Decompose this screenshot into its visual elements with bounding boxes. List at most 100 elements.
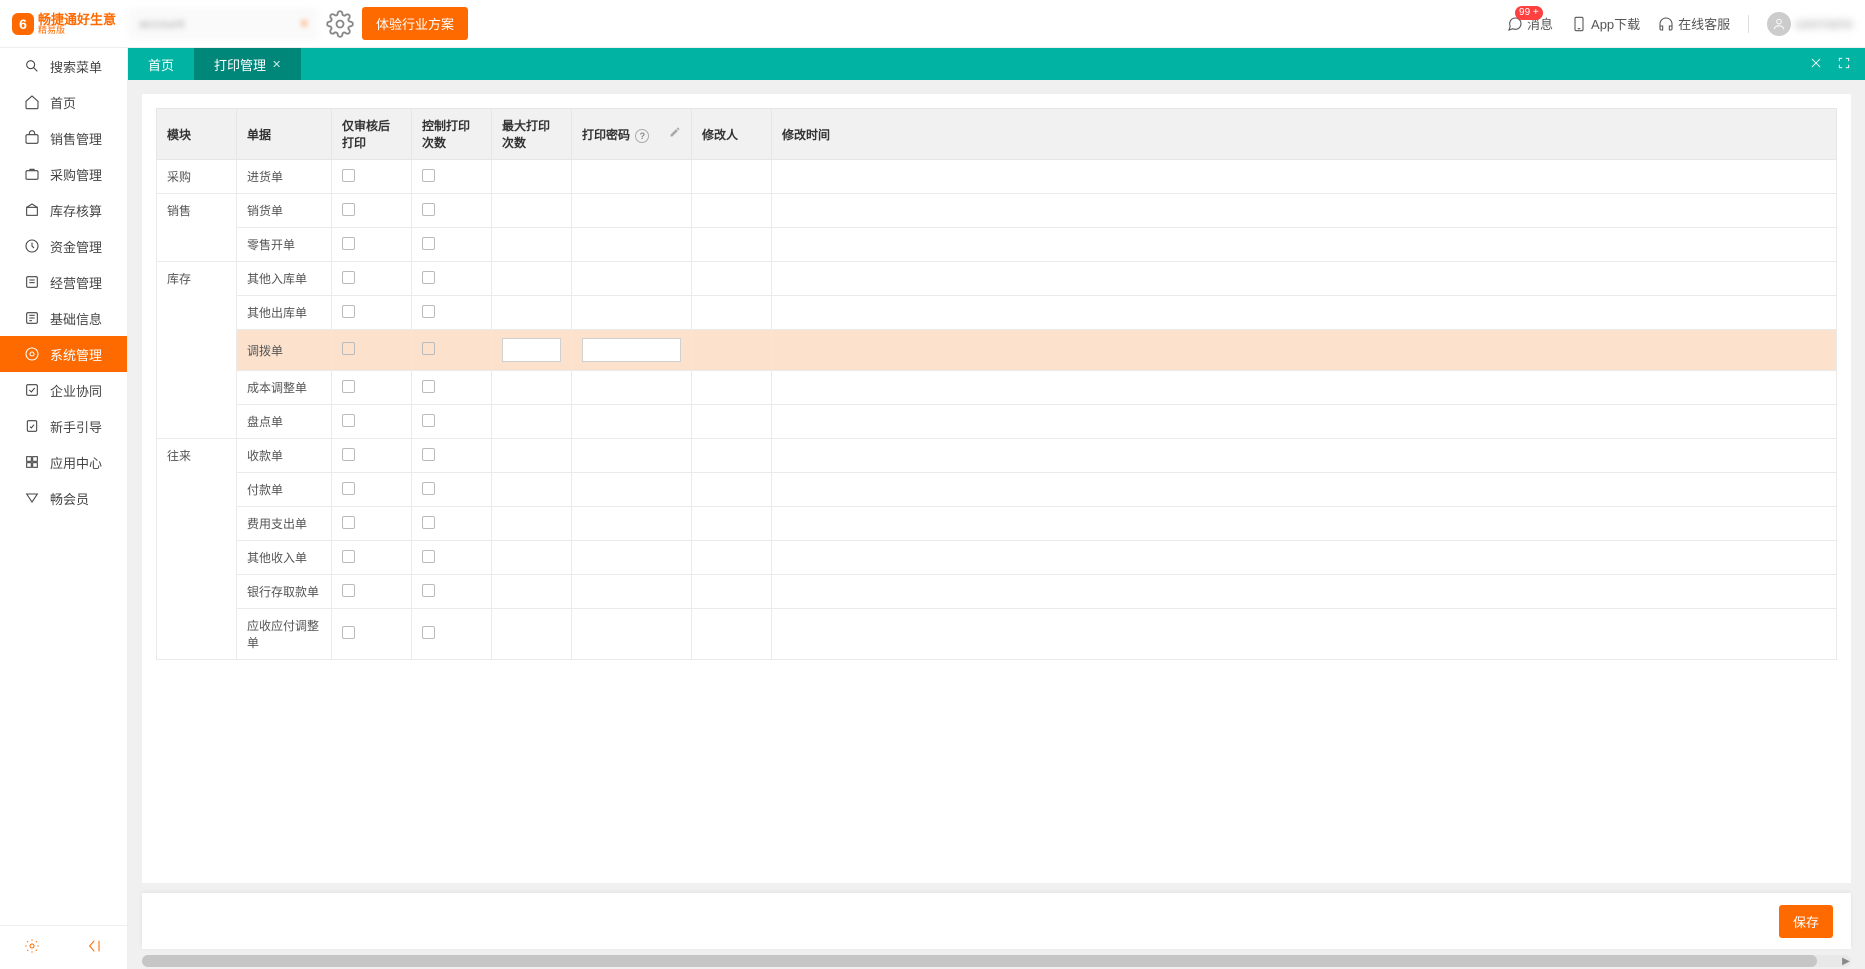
cell-module: 销售 [157,194,237,262]
print-settings-table: 模块 单据 仅审核后打印 控制打印次数 最大打印次数 打印密码 ? [156,108,1837,660]
app-header: 6 畅捷通好生意 精易版 account ▾ 体验行业方案 99 + 消息 Ap… [0,0,1865,48]
checkbox-ctrl[interactable] [422,342,435,355]
logo-text: 畅捷通好生意 [38,13,116,26]
checkbox-audit[interactable] [342,342,355,355]
header-right: 99 + 消息 App下载 在线客服 username [1507,12,1853,36]
checkbox-ctrl[interactable] [422,626,435,639]
table-row: 库存其他入库单 [157,262,1837,296]
sidebar-item-icon [24,310,40,326]
checkbox-ctrl[interactable] [422,516,435,529]
checkbox-ctrl[interactable] [422,448,435,461]
checkbox-audit[interactable] [342,203,355,216]
sidebar-item-label: 企业协同 [50,381,102,400]
checkbox-audit[interactable] [342,482,355,495]
cell-ctrl [412,405,492,439]
sidebar-item-3[interactable]: 采购管理 [0,156,127,192]
checkbox-audit[interactable] [342,305,355,318]
collapse-icon [87,938,103,954]
edit-column-button[interactable] [669,126,681,141]
save-button[interactable]: 保存 [1779,905,1833,938]
cell-modified-at [772,228,1837,262]
table-row: 付款单 [157,473,1837,507]
checkbox-audit[interactable] [342,169,355,182]
cell-audit [332,609,412,660]
tab-close-icon[interactable]: ✕ [272,58,281,71]
user-menu[interactable]: username [1767,12,1853,36]
cell-max [492,473,572,507]
checkbox-audit[interactable] [342,448,355,461]
checkbox-ctrl[interactable] [422,550,435,563]
tab-1[interactable]: 打印管理✕ [194,48,301,80]
checkbox-ctrl[interactable] [422,169,435,182]
cell-modifier [692,262,772,296]
settings-gear-button[interactable] [326,10,354,38]
account-selector[interactable]: account ▾ [128,8,318,40]
sidebar-item-2[interactable]: 销售管理 [0,120,127,156]
checkbox-ctrl[interactable] [422,305,435,318]
sidebar-item-1[interactable]: 首页 [0,84,127,120]
sidebar-item-6[interactable]: 经营管理 [0,264,127,300]
checkbox-ctrl[interactable] [422,203,435,216]
tab-label: 首页 [148,55,174,74]
checkbox-ctrl[interactable] [422,584,435,597]
table-row: 盘点单 [157,405,1837,439]
sidebar-item-5[interactable]: 资金管理 [0,228,127,264]
cell-modified-at [772,160,1837,194]
help-icon[interactable]: ? [635,129,649,143]
checkbox-audit[interactable] [342,550,355,563]
table-row: 银行存取款单 [157,575,1837,609]
cell-doc: 销货单 [237,194,332,228]
cell-max [492,507,572,541]
sidebar-item-9[interactable]: 企业协同 [0,372,127,408]
checkbox-ctrl[interactable] [422,380,435,393]
app-logo: 6 畅捷通好生意 精易版 [12,13,128,35]
cell-audit [332,330,412,371]
checkbox-audit[interactable] [342,271,355,284]
scrollbar-thumb[interactable] [142,955,1817,967]
cell-password [572,296,692,330]
cell-audit [332,405,412,439]
industry-plan-button[interactable]: 体验行业方案 [362,7,468,40]
tab-bar: 首页 打印管理✕ [128,48,1865,80]
scroll-right-arrow[interactable]: ▶ [1839,955,1853,967]
checkbox-ctrl[interactable] [422,414,435,427]
sidebar-item-8[interactable]: 系统管理 [0,336,127,372]
input-max-print[interactable] [502,338,561,362]
checkbox-audit[interactable] [342,516,355,529]
checkbox-audit[interactable] [342,626,355,639]
cell-ctrl [412,439,492,473]
sidebar-item-11[interactable]: 应用中心 [0,444,127,480]
checkbox-ctrl[interactable] [422,271,435,284]
sidebar-item-10[interactable]: 新手引导 [0,408,127,444]
avatar-icon [1767,12,1791,36]
checkbox-ctrl[interactable] [422,482,435,495]
fullscreen-button[interactable] [1837,56,1851,73]
cell-ctrl [412,262,492,296]
sidebar-item-0[interactable]: 搜索菜单 [0,48,127,84]
close-tabs-button[interactable] [1809,56,1823,73]
horizontal-scrollbar[interactable]: ◀ ▶ [142,955,1851,967]
checkbox-audit[interactable] [342,237,355,250]
cell-password [572,228,692,262]
sidebar-footer [0,925,127,969]
sidebar-item-icon [24,490,40,506]
checkbox-audit[interactable] [342,380,355,393]
sidebar-item-icon [24,346,40,362]
input-password[interactable] [582,338,681,362]
sidebar-item-7[interactable]: 基础信息 [0,300,127,336]
app-download-button[interactable]: App下载 [1571,14,1640,33]
online-service-button[interactable]: 在线客服 [1658,14,1730,33]
checkbox-ctrl[interactable] [422,237,435,250]
checkbox-audit[interactable] [342,414,355,427]
cell-max [492,575,572,609]
cell-audit [332,439,412,473]
sidebar-settings-button[interactable] [24,938,40,957]
checkbox-audit[interactable] [342,584,355,597]
sidebar-item-4[interactable]: 库存核算 [0,192,127,228]
sidebar-item-12[interactable]: 畅会员 [0,480,127,516]
messages-button[interactable]: 99 + 消息 [1507,14,1553,33]
pencil-icon [669,126,681,138]
tab-0[interactable]: 首页 [128,48,194,80]
cell-modified-at [772,541,1837,575]
sidebar-collapse-button[interactable] [87,938,103,957]
